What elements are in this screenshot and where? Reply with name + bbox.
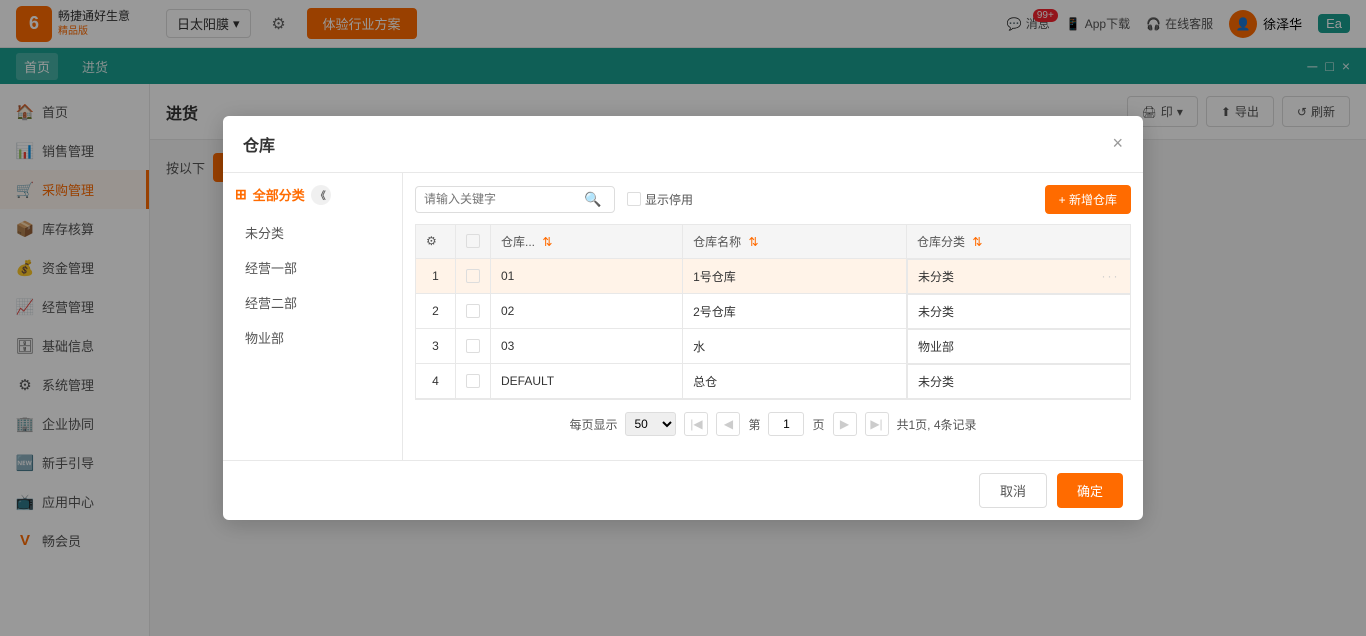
table-row[interactable]: 3 03 水 物业部 [416,329,1131,364]
row-category: 未分类 [907,364,1130,399]
grid-icon: ⊞ [235,186,247,203]
modal-header: 仓库 × [223,116,1143,173]
modal-footer: 取消 确定 [223,460,1143,520]
row-code: 03 [491,329,683,364]
row-code: 01 [491,258,683,294]
row-num: 2 [416,294,456,329]
row-code: DEFAULT [491,364,683,399]
next-page-button[interactable]: ▶ [833,412,857,436]
category-item-unclassified[interactable]: 未分类 [235,215,390,250]
settings-icon: ⚙ [426,234,437,248]
warehouse-modal: 仓库 × ⊞ 全部分类 《 未分类 经营一部 经营二部 物业部 [223,116,1143,521]
row-category: 未分类 [907,294,1130,329]
modal-close-button[interactable]: × [1112,133,1123,154]
sort-icon3: ⇅ [972,235,982,249]
table-toolbar: 🔍 显示停用 + 新增仓库 [415,185,1131,214]
search-input[interactable] [424,192,584,206]
confirm-button[interactable]: 确定 [1057,473,1123,508]
category-header: ⊞ 全部分类 《 [235,185,390,205]
row-actions-icon[interactable]: ··· [1102,269,1120,283]
category-item-property[interactable]: 物业部 [235,320,390,355]
show-disabled-toggle[interactable]: 显示停用 [627,191,693,208]
row-category: 物业部 [907,329,1130,364]
table-panel: 🔍 显示停用 + 新增仓库 ⚙ [403,173,1143,461]
th-code: 仓库... ⇅ [491,224,683,258]
row-num: 3 [416,329,456,364]
row-checkbox[interactable] [456,329,491,364]
sort-icon: ⇅ [542,235,552,249]
row-num: 4 [416,364,456,399]
modal-body: ⊞ 全部分类 《 未分类 经营一部 经营二部 物业部 🔍 [223,173,1143,461]
category-item-ops2[interactable]: 经营二部 [235,285,390,320]
table-row[interactable]: 2 02 2号仓库 未分类 [416,294,1131,329]
row-category: 未分类··· [907,259,1130,294]
last-page-button[interactable]: ▶| [865,412,889,436]
search-icon: 🔍 [584,191,601,208]
select-all-checkbox[interactable] [466,234,480,248]
row-name: 2号仓库 [683,294,907,329]
table-row[interactable]: 4 DEFAULT 总仓 未分类 [416,364,1131,399]
per-page-select[interactable]: 50 10 20 100 [625,412,676,436]
cancel-button[interactable]: 取消 [979,473,1047,508]
category-item-ops1[interactable]: 经营一部 [235,250,390,285]
row-checkbox[interactable] [456,364,491,399]
table-row[interactable]: 1 01 1号仓库 未分类··· [416,258,1131,294]
sort-icon2: ⇅ [748,235,758,249]
prev-page-button[interactable]: ◀ [716,412,740,436]
show-disabled-checkbox[interactable] [627,192,641,206]
th-checkbox [456,224,491,258]
row-name: 水 [683,329,907,364]
row-num: 1 [416,258,456,294]
th-name: 仓库名称 ⇅ [683,224,907,258]
th-category: 仓库分类 ⇅ [907,224,1131,258]
category-panel: ⊞ 全部分类 《 未分类 经营一部 经营二部 物业部 [223,173,403,461]
row-name: 1号仓库 [683,258,907,294]
row-code: 02 [491,294,683,329]
warehouse-table: ⚙ 仓库... ⇅ 仓库名称 ⇅ [415,224,1131,400]
modal-overlay[interactable]: 仓库 × ⊞ 全部分类 《 未分类 经营一部 经营二部 物业部 [0,0,1366,636]
modal-title: 仓库 [243,132,275,156]
page-input[interactable] [768,412,804,436]
row-name: 总仓 [683,364,907,399]
add-warehouse-button[interactable]: + 新增仓库 [1045,185,1131,214]
category-collapse-button[interactable]: 《 [311,185,331,205]
row-checkbox[interactable] [456,294,491,329]
first-page-button[interactable]: |◀ [684,412,708,436]
th-settings: ⚙ [416,224,456,258]
pagination: 每页显示 50 10 20 100 |◀ ◀ 第 页 ▶ ▶| 共1页, 4条记… [415,399,1131,448]
row-checkbox[interactable] [456,258,491,294]
search-box: 🔍 [415,186,615,213]
